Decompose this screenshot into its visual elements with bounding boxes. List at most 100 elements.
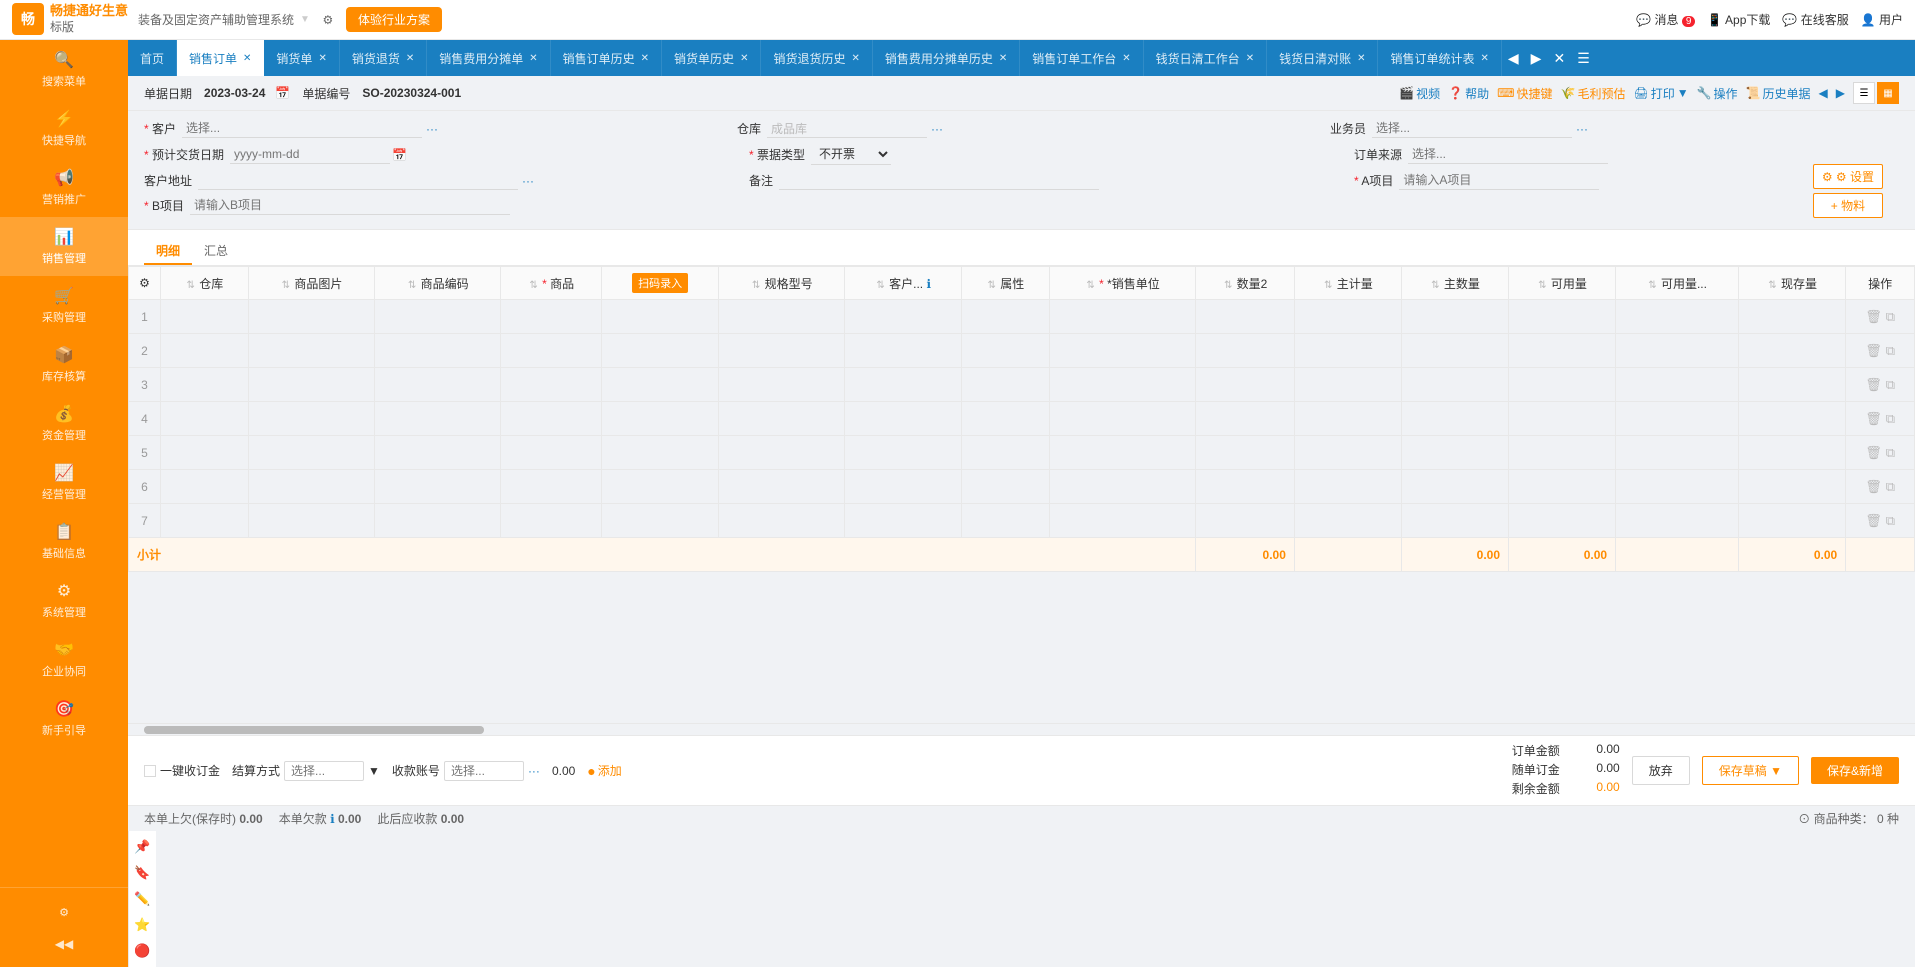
next-record-icon[interactable]: ▶ (1836, 86, 1845, 100)
profit-action[interactable]: 🌾 毛利预估 (1560, 85, 1625, 102)
discard-button[interactable]: 放弃 (1632, 756, 1690, 785)
material-button[interactable]: + 物料 (1813, 193, 1883, 218)
tab-summary[interactable]: 汇总 (192, 238, 240, 265)
tab-close-icon[interactable]: ✕ (1481, 53, 1489, 64)
prev-record-icon[interactable]: ◀ (1819, 86, 1828, 100)
sidebar-item-purchase[interactable]: 🛒 采购管理 (0, 276, 128, 335)
tab-close-all-button[interactable]: ✕ (1547, 50, 1571, 67)
right-star-icon[interactable]: ⭐ (131, 913, 155, 937)
message-item[interactable]: 💬 消息 9 (1636, 11, 1695, 28)
row-main-qty[interactable] (1401, 368, 1508, 402)
right-edit-icon[interactable]: ✏️ (131, 887, 155, 911)
delivery-calendar-icon[interactable]: 📅 (392, 148, 407, 162)
customer-input[interactable] (182, 119, 422, 138)
shortcut-action[interactable]: ⌨ 快捷键 (1497, 85, 1552, 102)
row-main-qty[interactable] (1401, 334, 1508, 368)
col-product[interactable]: ⇅ 商品 (501, 267, 602, 300)
sidebar-item-quicknav[interactable]: ⚡ 快捷导航 (0, 99, 128, 158)
app-download[interactable]: 📱 App下载 (1707, 11, 1770, 28)
tab-order-workbench[interactable]: 销售订单工作台 ✕ (1020, 40, 1143, 76)
scrollbar-thumb[interactable] (144, 726, 484, 734)
col-main-unit[interactable]: ⇅ 主计量 (1294, 267, 1401, 300)
row-spec[interactable] (719, 300, 845, 334)
calendar-icon[interactable]: 📅 (275, 86, 290, 100)
tab-sales-order[interactable]: 销售订单 ✕ (177, 40, 264, 76)
col-customer-code[interactable]: ⇅ 客户... ℹ (845, 267, 962, 300)
customer-more-icon[interactable]: ··· (422, 122, 442, 136)
sidebar-item-guide[interactable]: 🎯 新手引导 (0, 689, 128, 748)
view-action[interactable]: 🎬 视频 (1399, 85, 1440, 102)
settings-icon[interactable]: ⚙ (316, 8, 340, 32)
tab-sales-invoice-history[interactable]: 销货单历史 ✕ (662, 40, 761, 76)
tab-return-history[interactable]: 销货退货历史 ✕ (761, 40, 872, 76)
row-customer-code[interactable] (845, 368, 962, 402)
tab-home[interactable]: 首页 (128, 40, 177, 76)
account-more-icon[interactable]: ··· (528, 764, 540, 778)
tab-stats[interactable]: 销售订单统计表 ✕ (1378, 40, 1501, 76)
print-action[interactable]: 🖨 打印 ▼ (1633, 85, 1688, 102)
right-pin-icon[interactable]: 📌 (131, 835, 155, 859)
row-attr[interactable] (961, 334, 1049, 368)
col-image[interactable]: ⇅ 商品图片 (248, 267, 374, 300)
row-product[interactable] (501, 368, 602, 402)
online-service[interactable]: 💬 在线客服 (1782, 11, 1848, 28)
save-new-button[interactable]: 保存&新增 (1811, 757, 1899, 784)
sidebar-item-search[interactable]: 🔍 搜索菜单 (0, 40, 128, 99)
operate-action[interactable]: 🔧 操作 (1697, 85, 1738, 102)
sidebar-item-finance[interactable]: 💰 资金管理 (0, 394, 128, 453)
delete-icon[interactable]: 🗑 (1865, 513, 1882, 529)
b-project-input[interactable] (190, 196, 510, 215)
tab-close-icon[interactable]: ✕ (529, 53, 537, 64)
tab-close-icon[interactable]: ✕ (641, 53, 649, 64)
delete-icon[interactable]: 🗑 (1865, 445, 1882, 461)
print-dropdown-icon[interactable]: ▼ (1677, 86, 1689, 100)
row-unit[interactable] (1049, 368, 1196, 402)
invoice-select[interactable]: 不开票 (811, 144, 891, 165)
sidebar-collapse-button[interactable]: ◀◀ (0, 929, 128, 959)
grid-view-button[interactable]: ▦ (1877, 82, 1899, 104)
solution-button[interactable]: 体验行业方案 (346, 7, 442, 32)
col-main-qty[interactable]: ⇅ 主数量 (1401, 267, 1508, 300)
draft-button[interactable]: 保存草稿 ▼ (1702, 756, 1799, 785)
col-current[interactable]: ⇅ 现存量 (1739, 267, 1846, 300)
one-click-checkbox-label[interactable]: 一键收订金 (144, 762, 220, 779)
right-alert-icon[interactable]: 🔴 (131, 939, 155, 963)
tab-expense-history[interactable]: 销售费用分摊单历史 ✕ (873, 40, 1020, 76)
tab-detail[interactable]: 明细 (144, 238, 192, 265)
col-settings[interactable]: ⚙ (129, 267, 161, 300)
tab-menu-button[interactable]: ☰ (1571, 50, 1596, 67)
address-more-icon[interactable]: ··· (518, 174, 538, 188)
row-customer-code[interactable] (845, 300, 962, 334)
row-spec[interactable] (719, 368, 845, 402)
horizontal-scrollbar[interactable] (128, 723, 1915, 735)
warehouse-more-icon[interactable]: ··· (927, 122, 947, 136)
col-qty2[interactable]: ⇅ 数量2 (1196, 267, 1295, 300)
row-customer-code[interactable] (845, 334, 962, 368)
remark-input[interactable] (779, 171, 1099, 190)
copy-icon[interactable]: ⧉ (1886, 309, 1895, 325)
salesperson-more-icon[interactable]: ··· (1572, 122, 1592, 136)
copy-icon[interactable]: ⧉ (1886, 343, 1895, 359)
col-code[interactable]: ⇅ 商品编码 (375, 267, 501, 300)
sidebar-item-basic[interactable]: 📋 基础信息 (0, 512, 128, 571)
tab-prev-button[interactable]: ◀ (1502, 50, 1525, 67)
order-source-input[interactable] (1408, 145, 1608, 164)
tab-close-icon[interactable]: ✕ (999, 53, 1007, 64)
row-unit[interactable] (1049, 334, 1196, 368)
tab-sales-invoice[interactable]: 销货单 ✕ (264, 40, 339, 76)
tab-sales-order-history[interactable]: 销售订单历史 ✕ (551, 40, 662, 76)
salesperson-input[interactable] (1372, 119, 1572, 138)
account-input[interactable] (444, 761, 524, 781)
copy-icon[interactable]: ⧉ (1886, 513, 1895, 529)
one-click-checkbox[interactable] (144, 765, 156, 777)
copy-icon[interactable]: ⧉ (1886, 479, 1895, 495)
settings-button[interactable]: ⚙ ⚙ 设置 (1813, 164, 1883, 189)
info-icon[interactable]: ℹ (330, 812, 335, 826)
tab-sales-return[interactable]: 销货退货 ✕ (340, 40, 427, 76)
tab-close-icon[interactable]: ✕ (243, 53, 251, 64)
delete-icon[interactable]: 🗑 (1865, 479, 1882, 495)
address-input[interactable] (198, 171, 518, 190)
row-warehouse[interactable] (161, 402, 249, 436)
row-spec[interactable] (719, 334, 845, 368)
tab-close-icon[interactable]: ✕ (740, 53, 748, 64)
